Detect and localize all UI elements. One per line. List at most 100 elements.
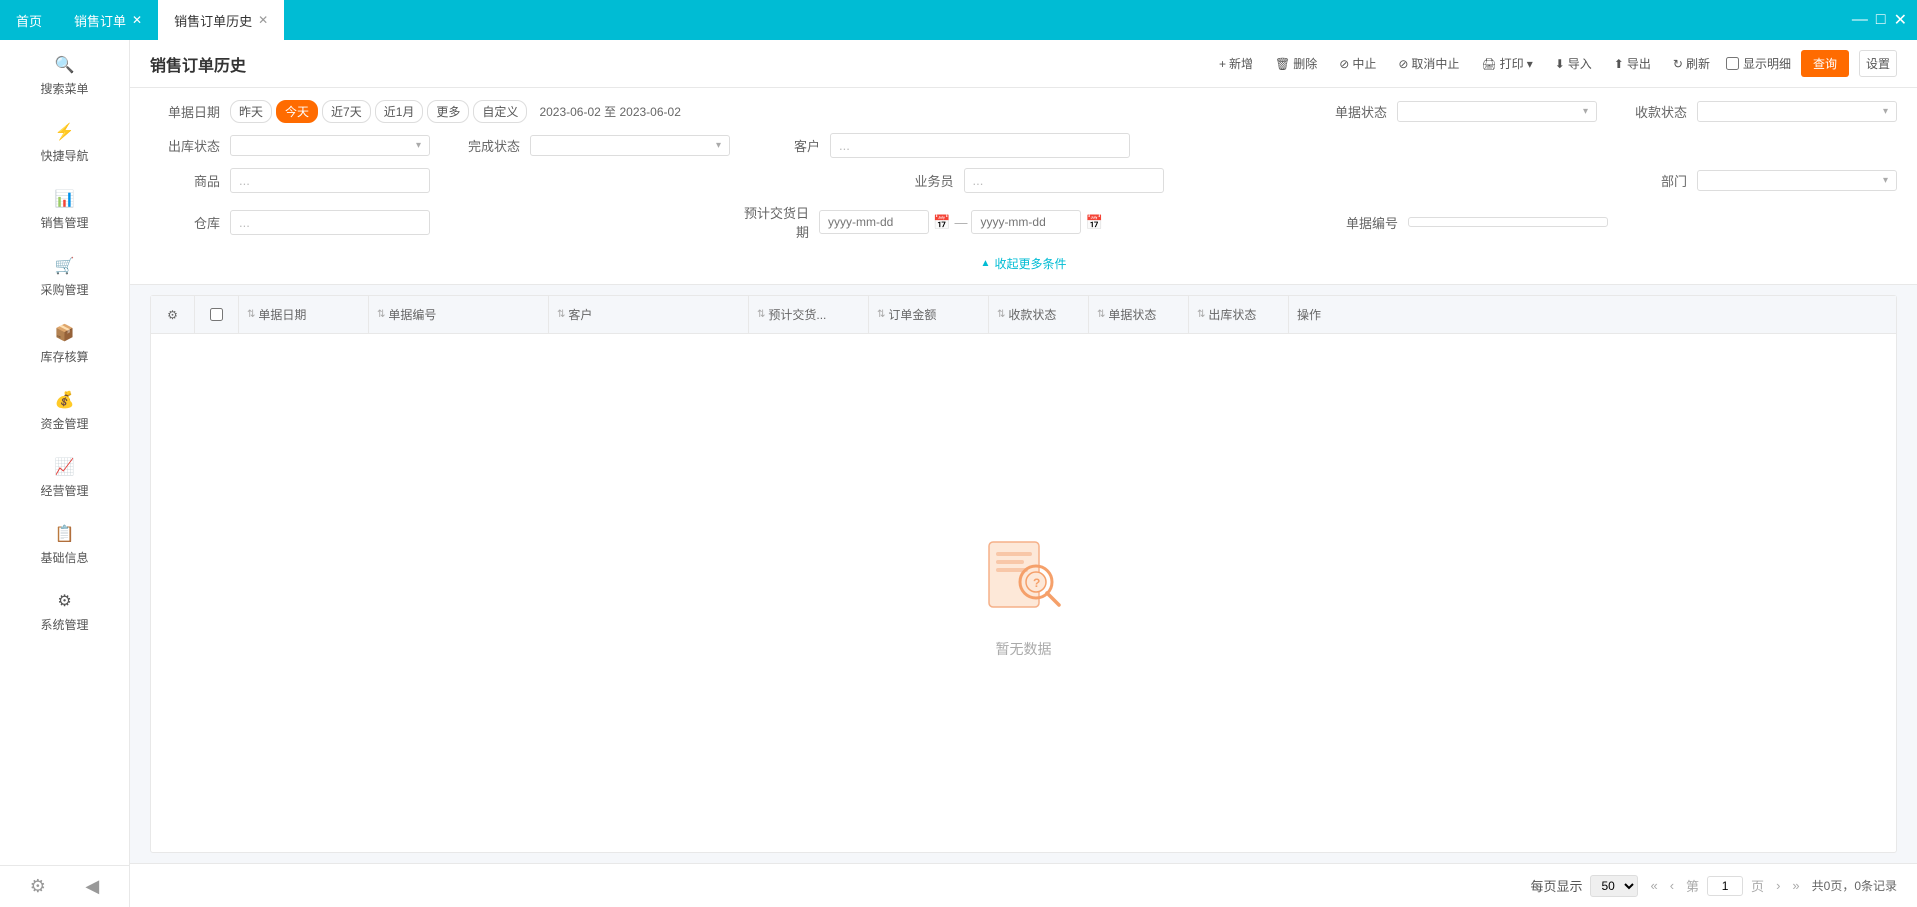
empty-text: 暂无数据: [996, 639, 1052, 659]
sidebar-item-label: 资金管理: [40, 415, 88, 432]
add-icon: +: [1219, 57, 1226, 71]
print-arrow-icon: ▾: [1527, 57, 1533, 71]
sidebar-item-label: 经营管理: [40, 482, 88, 499]
warehouse-status-select[interactable]: ▾: [230, 135, 430, 156]
select-all-checkbox[interactable]: [210, 308, 223, 321]
last1m-btn[interactable]: 近1月: [375, 100, 424, 123]
order-no-label: 单据编号: [1328, 213, 1408, 232]
department-select[interactable]: ▾: [1697, 170, 1897, 191]
th-status[interactable]: ⇅ 单据状态: [1089, 296, 1189, 333]
sort-icon: ⇅: [557, 309, 565, 320]
complete-status-select[interactable]: ▾: [530, 135, 730, 156]
maximize-btn[interactable]: □: [1876, 11, 1886, 29]
last7-btn[interactable]: 近7天: [322, 100, 371, 123]
export-button[interactable]: ⬆ 导出: [1608, 51, 1657, 76]
stop-button[interactable]: ⊘ 中止: [1333, 51, 1382, 76]
sidebar-item-operations[interactable]: 📈 经营管理: [0, 442, 129, 509]
collapse-bar[interactable]: ▲ 收起更多条件: [150, 251, 1897, 272]
last-page-btn[interactable]: »: [1788, 876, 1803, 895]
th-warehouse[interactable]: ⇅ 出库状态: [1189, 296, 1289, 333]
next-page-btn[interactable]: ›: [1772, 876, 1784, 895]
table-container: ⚙ ⇅ 单据日期 ⇅ 单据编号 ⇅ 客户: [150, 295, 1897, 853]
first-page-btn[interactable]: «: [1646, 876, 1661, 895]
sidebar-item-purchase[interactable]: 🛒 采购管理: [0, 241, 129, 308]
page-input[interactable]: [1707, 876, 1743, 896]
delivery-label: 预计交货日期: [739, 203, 819, 241]
sidebar-item-sales[interactable]: 📊 销售管理: [0, 174, 129, 241]
th-settings[interactable]: ⚙: [151, 296, 195, 333]
refresh-button[interactable]: ↻ 刷新: [1667, 51, 1716, 76]
sidebar-item-quick-nav[interactable]: ⚡ 快捷导航: [0, 107, 129, 174]
th-no[interactable]: ⇅ 单据编号: [369, 296, 549, 333]
add-button[interactable]: + 新增: [1213, 51, 1259, 76]
query-label: 查询: [1813, 55, 1837, 72]
sort-icon: ⇅: [247, 309, 255, 320]
department-arrow: ▾: [1883, 175, 1888, 186]
sidebar-item-search-menu[interactable]: 🔍 搜索菜单: [0, 40, 129, 107]
settings-button[interactable]: 设置: [1859, 50, 1897, 77]
cancel-stop-button[interactable]: ⊘ 取消中止: [1392, 51, 1465, 76]
page-label-pre: 第: [1682, 874, 1703, 897]
delivery-end-input[interactable]: [971, 210, 1081, 234]
th-customer[interactable]: ⇅ 客户: [549, 296, 749, 333]
page-size-select[interactable]: 50: [1590, 875, 1638, 897]
date-label: 单据日期: [150, 102, 230, 121]
display-detail-label: 显示明细: [1743, 55, 1791, 72]
custom-btn[interactable]: 自定义: [473, 100, 527, 123]
import-button[interactable]: ⬇ 导入: [1549, 51, 1598, 76]
query-button[interactable]: 查询: [1801, 50, 1849, 77]
delete-button[interactable]: 🗑 删除: [1269, 51, 1323, 76]
yesterday-btn[interactable]: 昨天: [230, 100, 272, 123]
close-tab-history[interactable]: ✕: [258, 13, 268, 27]
salesperson-input[interactable]: ...: [964, 168, 1164, 193]
inventory-icon: 📦: [54, 322, 76, 344]
filter-row-4: 仓库 ... 预计交货日期 📅 — 📅 单据编号: [150, 203, 1897, 241]
tab-home[interactable]: 首页: [0, 0, 58, 40]
print-button[interactable]: 🖨 打印 ▾: [1475, 51, 1538, 76]
tab-sales-order[interactable]: 销售订单 ✕: [58, 0, 158, 40]
sidebar-item-base-info[interactable]: 📋 基础信息: [0, 509, 129, 576]
date-buttons: 昨天 今天 近7天 近1月 更多 自定义 2023-06-02 至 2023-0…: [230, 100, 681, 123]
payment-status-select[interactable]: ▾: [1697, 101, 1897, 122]
delivery-start-input[interactable]: [819, 210, 929, 234]
th-date[interactable]: ⇅ 单据日期: [239, 296, 369, 333]
calendar-end-icon[interactable]: 📅: [1085, 214, 1102, 231]
goods-control: ...: [230, 168, 864, 193]
prev-page-btn[interactable]: ‹: [1666, 876, 1678, 895]
close-window-btn[interactable]: ✕: [1894, 10, 1907, 30]
content-area: 销售订单历史 + 新增 🗑 删除 ⊘ 中止 ⊘ 取消中止: [130, 40, 1917, 907]
collapse-sidebar-icon[interactable]: ◀: [85, 876, 99, 897]
sort-icon: ⇅: [1097, 309, 1105, 320]
th-checkbox[interactable]: [195, 296, 239, 333]
table-area: ⚙ ⇅ 单据日期 ⇅ 单据编号 ⇅ 客户: [130, 285, 1917, 863]
settings-icon[interactable]: ⚙: [30, 876, 46, 897]
goods-input[interactable]: ...: [230, 168, 430, 193]
settings-label: 设置: [1866, 55, 1890, 72]
order-no-control: [1408, 217, 1897, 227]
calendar-start-icon[interactable]: 📅: [933, 214, 950, 231]
today-btn[interactable]: 今天: [276, 100, 318, 123]
sidebar-item-finance[interactable]: 💰 资金管理: [0, 375, 129, 442]
sidebar-item-label: 采购管理: [40, 281, 88, 298]
th-amount[interactable]: ⇅ 订单金额: [869, 296, 989, 333]
sidebar-item-sys-mgmt[interactable]: ⚙ 系统管理: [0, 576, 129, 643]
th-delivery[interactable]: ⇅ 预计交货...: [749, 296, 869, 333]
warehouse-input[interactable]: ...: [230, 210, 430, 235]
warehouse-status-control: ▾: [230, 135, 430, 156]
order-no-input[interactable]: [1408, 217, 1608, 227]
more-btn[interactable]: 更多: [427, 100, 469, 123]
top-bar: 首页 销售订单 ✕ 销售订单历史 ✕ — □ ✕: [0, 0, 1917, 40]
th-payment[interactable]: ⇅ 收款状态: [989, 296, 1089, 333]
order-status-select[interactable]: ▾: [1397, 101, 1597, 122]
sidebar-item-inventory[interactable]: 📦 库存核算: [0, 308, 129, 375]
display-detail-input[interactable]: [1726, 57, 1739, 70]
customer-input[interactable]: ...: [830, 133, 1130, 158]
display-detail-checkbox[interactable]: 显示明细: [1726, 55, 1791, 72]
minimize-btn[interactable]: —: [1852, 11, 1868, 29]
stop-icon: ⊘: [1339, 57, 1349, 71]
tab-sales-order-history[interactable]: 销售订单历史 ✕: [158, 0, 284, 40]
cancel-stop-icon: ⊘: [1398, 57, 1408, 71]
warehouse-status-arrow: ▾: [416, 140, 421, 151]
close-tab-sales-order[interactable]: ✕: [132, 13, 142, 27]
page-nav: « ‹ 第 页 › »: [1646, 874, 1803, 897]
